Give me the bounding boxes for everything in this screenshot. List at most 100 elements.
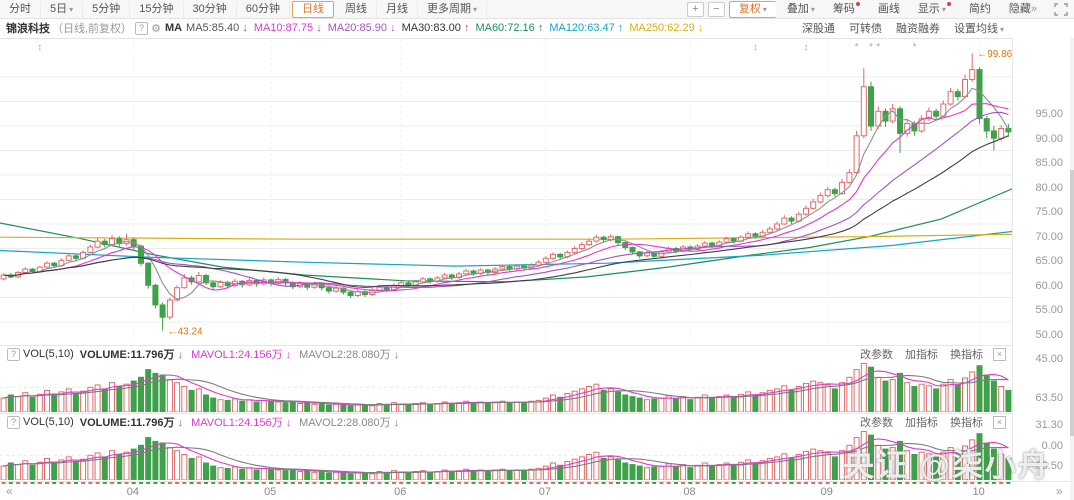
volume-panel-header: ? VOL(5,10) VOLUME:11.796万 ↓ MAVOL1:24.156万… [0, 413, 1012, 430]
tool-button-复权[interactable]: 复权 ▾ [728, 0, 776, 18]
volume-chart [0, 362, 1012, 412]
price-axis-label: 80.00 [1035, 181, 1063, 194]
price-axis: 95.00 90.00 85.00 80.00 75.00 70.00 65.00 60.00… [1012, 38, 1071, 500]
tool-button-叠加[interactable]: 叠加 ▾ [778, 1, 824, 18]
trend-arrow-icon: ↓ [393, 417, 400, 429]
panel-actions: 改参数 加指标 换指标 × [848, 346, 1012, 362]
panel-action-换指标[interactable]: 换指标 [950, 346, 983, 362]
tool-button-简约[interactable]: 简约 [960, 1, 1000, 18]
panel-action-改参数[interactable]: 改参数 [860, 346, 893, 362]
month-label-08: 08 [683, 486, 696, 498]
volume-axis-label: 31.30 [1035, 419, 1063, 431]
indicator-legend-row: 锦浪科技 （日线,前复权） ? ⚙ MA MA5:85.40 ↓ MA10:87.… [0, 19, 1074, 37]
tool-button-显示[interactable]: 显示 ▾ [909, 1, 960, 18]
period-toolbar: 分时 5日 ▾ 5分钟 15分钟 30分钟 60分钟 日线 周线 月线 更多周期 ▾ + − 复权 ▾ 叠… [0, 0, 1074, 19]
price-axis-label: 65.00 [1035, 255, 1063, 267]
tool-buttons: 复权 ▾ 叠加 ▾ 筹码 画线 显示 ▾ 简约 隐藏» [727, 0, 1046, 18]
tool-button-隐藏[interactable]: 隐藏» [1000, 1, 1046, 18]
ma-indicator-label: MA [164, 22, 183, 34]
zoom-out-button[interactable]: − [707, 1, 725, 17]
ma-value-MA60: MA60:72.16 ↑ [475, 22, 544, 34]
close-panel-icon[interactable]: × [993, 347, 1006, 361]
panel-action-加指标[interactable]: 加指标 [905, 414, 938, 430]
volume-panel-header: ? VOL(5,10) VOLUME:11.796万 ↓ MAVOL1:24.156万… [0, 345, 1012, 362]
panel-action-改参数[interactable]: 改参数 [860, 414, 893, 430]
volume-axis-label: 0.00 [1041, 440, 1063, 452]
ma-value-MA30: MA30:83.00 ↑ [401, 22, 470, 34]
collapse-arrows-icon: » [1030, 2, 1037, 15]
trend-arrow-icon: ↑ [537, 22, 544, 34]
price-axis-label: 75.00 [1035, 206, 1063, 218]
price-annotation: ←43.24 [168, 327, 203, 338]
period-button-更多周期[interactable]: 更多周期 ▾ [418, 0, 488, 18]
help-icon[interactable]: ? [135, 21, 149, 35]
panel-actions: 改参数 加指标 换指标 × [848, 414, 1012, 430]
scroll-right-button[interactable]: » [1056, 484, 1063, 498]
ma-value-MA5: MA5:85.40 ↓ [186, 22, 248, 34]
price-axis-label: 55.00 [1035, 304, 1063, 316]
period-button-5日[interactable]: 5日 ▾ [41, 0, 84, 18]
trend-arrow-icon: ↓ [697, 22, 704, 34]
volume-axis-label: 63.50 [1035, 392, 1063, 404]
stock-name: 锦浪科技 [6, 23, 50, 35]
tools-toolbar: + − 复权 ▾ 叠加 ▾ 筹码 画线 显示 ▾ 简约 隐藏» [685, 0, 1074, 18]
event-marker-icon: ↕ [804, 42, 809, 53]
period-button-60分钟[interactable]: 60分钟 [237, 0, 291, 18]
month-label-09: 09 [820, 486, 833, 498]
event-marker-icon: * [876, 42, 880, 53]
market-link-可转债[interactable]: 可转债 [849, 20, 882, 36]
market-link-融资融券[interactable]: 融资融券 [896, 20, 940, 36]
trend-arrow-icon: ↓ [390, 22, 396, 34]
price-axis-label: 45.00 [1035, 353, 1063, 365]
trend-arrow-icon: ↓ [177, 349, 184, 361]
trend-arrow-icon: ↓ [242, 22, 248, 34]
trend-arrow-icon: ↓ [393, 349, 400, 361]
event-marker-icon: * [855, 42, 859, 53]
ma-value-MA10: MA10:87.75 ↓ [253, 22, 322, 34]
tool-button-筹码[interactable]: 筹码 [824, 1, 869, 18]
close-panel-icon[interactable]: × [993, 415, 1006, 429]
period-button-日线[interactable]: 日线 [292, 0, 335, 18]
mavol2-value: MAVOL2:28.080万 ↓ [299, 349, 400, 361]
panel-action-换指标[interactable]: 换指标 [950, 414, 983, 430]
help-icon[interactable]: ? [7, 347, 20, 361]
period-button-5分钟[interactable]: 5分钟 [83, 0, 131, 18]
price-annotation: ←99.86 [977, 49, 1012, 60]
stock-chart-app: 分时 5日 ▾ 5分钟 15分钟 30分钟 60分钟 日线 周线 月线 更多周期 ▾ + − 复权 ▾ 叠… [0, 0, 1074, 500]
ma-values: MA5:85.40 ↓ MA10:87.75 ↓ MA20:85.90 ↓ MA30:… [186, 22, 709, 34]
notification-dot-icon [855, 1, 860, 6]
vol-indicator-title: VOL(5,10) [23, 348, 74, 360]
period-button-15分钟[interactable]: 15分钟 [130, 0, 184, 18]
trend-arrow-icon: ↓ [177, 417, 184, 429]
price-axis-label: 50.00 [1035, 328, 1063, 341]
price-axis-label: 90.00 [1035, 132, 1063, 145]
scroll-left-button[interactable]: « [6, 484, 13, 498]
market-link-深股通[interactable]: 深股通 [802, 20, 835, 36]
month-label-07: 07 [538, 486, 551, 498]
mavol1-value: MAVOL1:24.156万 ↓ [191, 349, 292, 361]
fullscreen-icon[interactable] [1054, 2, 1068, 16]
zoom-in-button[interactable]: + [686, 1, 704, 17]
trend-arrow-icon: ↓ [285, 349, 292, 361]
event-marker-icon: ↕ [37, 42, 42, 53]
price-axis-label: 70.00 [1035, 230, 1063, 243]
panel-action-加指标[interactable]: 加指标 [905, 346, 938, 362]
scrollbar-thumb[interactable] [1070, 170, 1074, 436]
period-buttons: 分时 5日 ▾ 5分钟 15分钟 30分钟 60分钟 日线 周线 月线 更多周期 ▾ [0, 0, 488, 18]
main-price-chart[interactable]: ←99.86 ←43.24 ↕ ↕ ↕ * * * * [0, 38, 1013, 346]
help-icon[interactable]: ? [7, 415, 20, 429]
volume-chart [0, 430, 1012, 480]
scrollbar[interactable] [1070, 38, 1074, 500]
period-button-分时[interactable]: 分时 [0, 0, 41, 18]
event-marker-icon: ↕ [753, 42, 758, 53]
tool-button-画线[interactable]: 画线 [869, 1, 909, 18]
ma-value-MA20: MA20:85.90 ↓ [327, 22, 396, 34]
month-label-06: 06 [394, 486, 407, 498]
volume-value: VOLUME:11.796万 ↓ [79, 417, 184, 429]
gear-icon[interactable]: ⚙ [151, 22, 161, 35]
period-button-月线[interactable]: 月线 [377, 0, 419, 18]
period-button-周线[interactable]: 周线 [336, 0, 378, 18]
trend-arrow-icon: ↓ [285, 417, 292, 429]
period-button-30分钟[interactable]: 30分钟 [184, 0, 237, 18]
ma-settings-button[interactable]: 设置均线 ▾ [954, 20, 1004, 36]
